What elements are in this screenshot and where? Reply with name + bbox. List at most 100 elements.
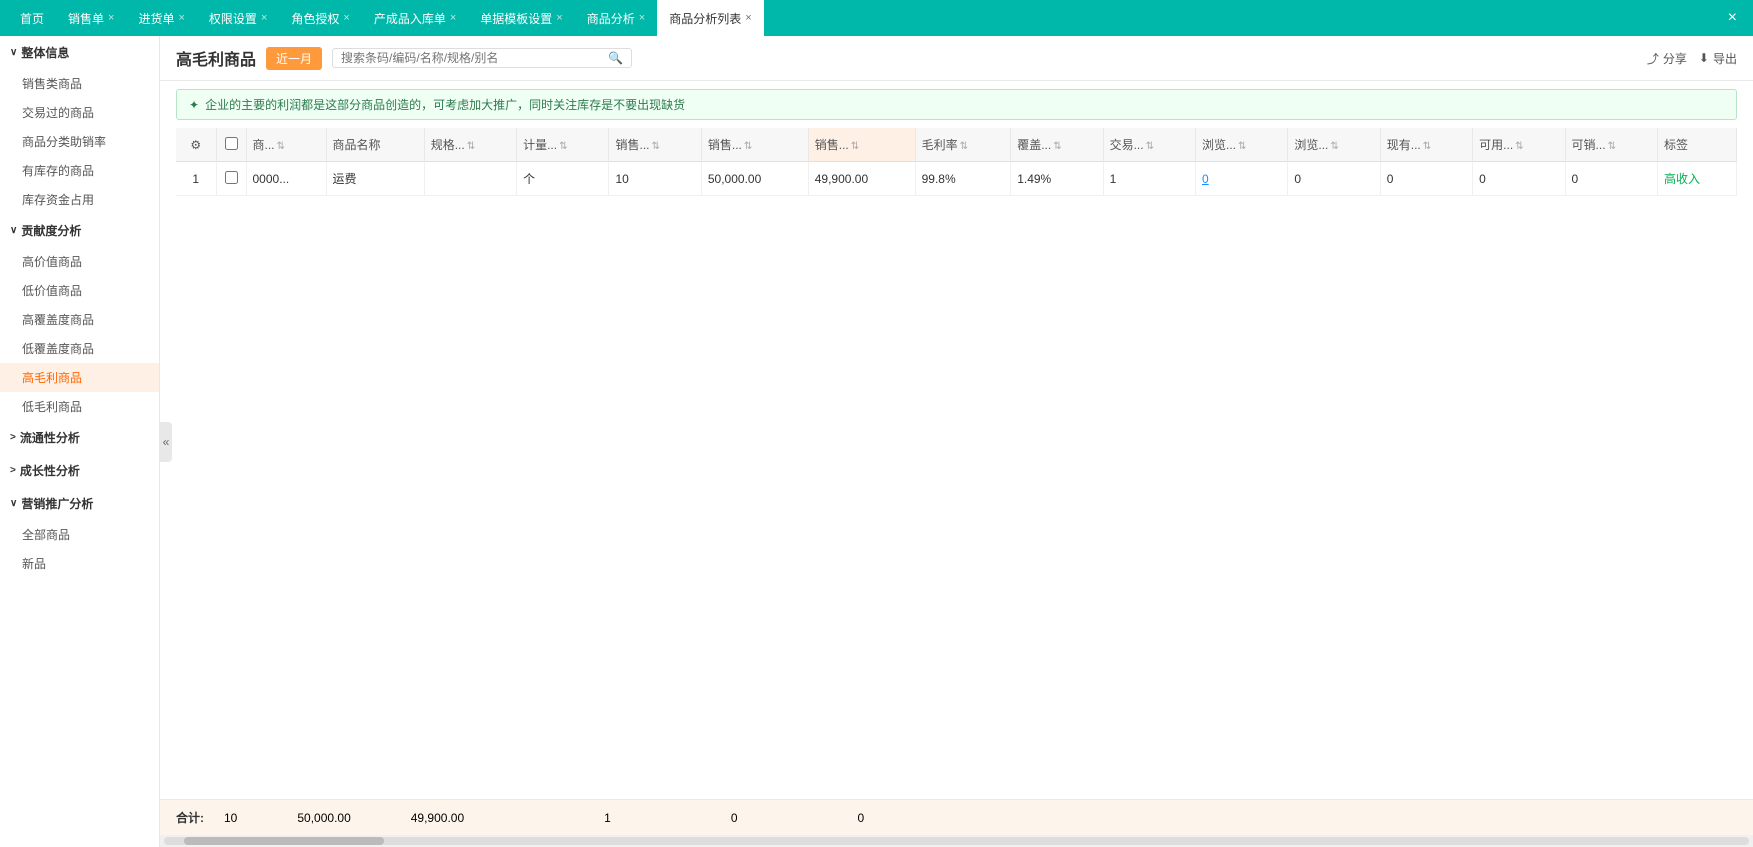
- cell-sales-qty: 10: [609, 162, 701, 196]
- cell-spec: [424, 162, 516, 196]
- th-browse2[interactable]: 浏览...⇅: [1288, 128, 1380, 162]
- sidebar-item-all-goods[interactable]: 全部商品: [0, 520, 159, 549]
- nav-right: ×: [1720, 9, 1745, 27]
- search-icon[interactable]: 🔍: [608, 51, 623, 65]
- th-available-stock[interactable]: 可用...⇅: [1473, 128, 1565, 162]
- sidebar-section-liquidity[interactable]: > 流通性分析: [0, 421, 159, 454]
- close-icon[interactable]: ×: [639, 12, 645, 24]
- th-current-stock[interactable]: 现有...⇅: [1380, 128, 1472, 162]
- nav-item-product-entry[interactable]: 产成品入库单 ×: [362, 0, 468, 36]
- nav-item-role[interactable]: 角色授权 ×: [279, 0, 361, 36]
- sidebar-item-new-goods[interactable]: 新品: [0, 549, 159, 578]
- info-icon: ✦: [189, 98, 199, 112]
- chevron-down-icon: ∨: [10, 225, 17, 236]
- nav-item-home[interactable]: 首页: [8, 0, 56, 36]
- sort-icon: ⇅: [1423, 141, 1431, 152]
- close-icon[interactable]: ×: [450, 12, 456, 24]
- th-sales-qty[interactable]: 销售...⇅: [609, 128, 701, 162]
- export-button[interactable]: ⬇ 导出: [1699, 50, 1737, 67]
- th-tag[interactable]: 标签: [1657, 128, 1736, 162]
- close-icon[interactable]: ×: [261, 12, 267, 24]
- close-icon[interactable]: ×: [178, 12, 184, 24]
- scrollbar-thumb[interactable]: [184, 837, 384, 845]
- row-checkbox[interactable]: [225, 171, 238, 184]
- cell-sellable-stock: 0: [1565, 162, 1657, 196]
- top-nav: 首页 销售单 × 进货单 × 权限设置 × 角色授权 × 产成品入库单 × 单据…: [0, 0, 1753, 36]
- close-icon[interactable]: ×: [343, 12, 349, 24]
- browse-link[interactable]: 0: [1202, 172, 1209, 186]
- sidebar-item-low-value[interactable]: 低价值商品: [0, 276, 159, 305]
- sidebar-item-category-rate[interactable]: 商品分类助销率: [0, 127, 159, 156]
- sort-icon: ⇅: [851, 141, 859, 152]
- th-cover-rate[interactable]: 覆盖...⇅: [1011, 128, 1103, 162]
- export-icon: ⬇: [1699, 51, 1709, 65]
- cell-trade-count: 1: [1103, 162, 1195, 196]
- main-layout: ∨ 整体信息 销售类商品 交易过的商品 商品分类助销率 有库存的商品 库存资金占…: [0, 36, 1753, 847]
- sort-icon: ⇅: [277, 141, 285, 152]
- horizontal-scrollbar[interactable]: [160, 835, 1753, 847]
- footer-label: 合计:: [176, 809, 204, 826]
- close-icon[interactable]: ×: [745, 12, 751, 24]
- nav-item-permission[interactable]: 权限设置 ×: [197, 0, 279, 36]
- sidebar-collapse-button[interactable]: «: [160, 422, 172, 462]
- sidebar-item-high-value[interactable]: 高价值商品: [0, 247, 159, 276]
- close-window-button[interactable]: ×: [1720, 9, 1745, 27]
- sidebar-section-growth[interactable]: > 成长性分析: [0, 454, 159, 487]
- sidebar-item-traded-goods[interactable]: 交易过的商品: [0, 98, 159, 127]
- th-sales-cost[interactable]: 销售...⇅: [808, 128, 915, 162]
- th-sellable-stock[interactable]: 可销...⇅: [1565, 128, 1657, 162]
- sidebar-item-low-coverage[interactable]: 低覆盖度商品: [0, 334, 159, 363]
- footer-sales-qty: 10: [224, 811, 237, 825]
- content-area: 高毛利商品 近一月 🔍 ⤴ 分享 ⬇ 导出 ✦ 企业的主要的利润都是这部分商品创…: [160, 36, 1753, 847]
- search-input[interactable]: [341, 51, 608, 65]
- cell-unit: 个: [517, 162, 609, 196]
- table-row: 1 0000... 运费 个 10 50,000.00 49,900.00 99…: [176, 162, 1737, 196]
- th-checkbox[interactable]: [216, 128, 246, 162]
- share-button[interactable]: ⤴ 分享: [1647, 50, 1687, 67]
- th-browse1[interactable]: 浏览...⇅: [1195, 128, 1287, 162]
- sidebar-section-overall[interactable]: ∨ 整体信息: [0, 36, 159, 69]
- th-trade-count[interactable]: 交易...⇅: [1103, 128, 1195, 162]
- table-header-row: ⚙ 商...⇅ 商品名称 规格...⇅ 计量...⇅ 销售...⇅ 销售...⇅…: [176, 128, 1737, 162]
- footer-totals: 10 50,000.00 49,900.00 1 0 0: [224, 811, 864, 825]
- th-spec[interactable]: 规格...⇅: [424, 128, 516, 162]
- sort-icon: ⇅: [467, 141, 475, 152]
- nav-item-purchase[interactable]: 进货单 ×: [126, 0, 196, 36]
- filter-button[interactable]: 近一月: [266, 47, 322, 70]
- cell-browse2: 0: [1288, 162, 1380, 196]
- th-unit[interactable]: 计量...⇅: [517, 128, 609, 162]
- select-all-checkbox[interactable]: [225, 137, 238, 150]
- chevron-down-icon: ∨: [10, 47, 17, 58]
- sidebar-item-high-coverage[interactable]: 高覆盖度商品: [0, 305, 159, 334]
- sort-icon: ⇅: [1515, 141, 1523, 152]
- close-icon[interactable]: ×: [556, 12, 562, 24]
- th-gross-rate[interactable]: 毛利率⇅: [915, 128, 1011, 162]
- sidebar-section-marketing[interactable]: ∨ 营销推广分析: [0, 487, 159, 520]
- nav-item-analysis-list[interactable]: 商品分析列表 ×: [657, 0, 763, 36]
- cell-tag: 高收入: [1657, 162, 1736, 196]
- sidebar-item-low-margin[interactable]: 低毛利商品: [0, 392, 159, 421]
- nav-item-analysis[interactable]: 商品分析 ×: [575, 0, 657, 36]
- content-header: 高毛利商品 近一月 🔍 ⤴ 分享 ⬇ 导出: [160, 36, 1753, 81]
- footer-browse-count: 0: [731, 811, 738, 825]
- sort-icon: ⇅: [1330, 141, 1338, 152]
- cell-browse1[interactable]: 0: [1195, 162, 1287, 196]
- sidebar-item-high-margin[interactable]: 高毛利商品: [0, 363, 159, 392]
- close-icon[interactable]: ×: [108, 12, 114, 24]
- cell-index: 1: [176, 162, 216, 196]
- sort-icon: ⇅: [559, 141, 567, 152]
- cell-checkbox[interactable]: [216, 162, 246, 196]
- th-code[interactable]: 商...⇅: [246, 128, 326, 162]
- th-sales-amount[interactable]: 销售...⇅: [701, 128, 808, 162]
- sidebar-item-stock-goods[interactable]: 有库存的商品: [0, 156, 159, 185]
- th-settings[interactable]: ⚙: [176, 128, 216, 162]
- nav-item-sales[interactable]: 销售单 ×: [56, 0, 126, 36]
- nav-item-template[interactable]: 单据模板设置 ×: [468, 0, 574, 36]
- sidebar-item-stock-capital[interactable]: 库存资金占用: [0, 185, 159, 214]
- th-name[interactable]: 商品名称: [326, 128, 424, 162]
- sidebar-item-sales-goods[interactable]: 销售类商品: [0, 69, 159, 98]
- footer-current-stock: 0: [858, 811, 865, 825]
- cell-sales-amount: 50,000.00: [701, 162, 808, 196]
- sort-icon: ⇅: [1238, 141, 1246, 152]
- sidebar-section-contribution[interactable]: ∨ 贡献度分析: [0, 214, 159, 247]
